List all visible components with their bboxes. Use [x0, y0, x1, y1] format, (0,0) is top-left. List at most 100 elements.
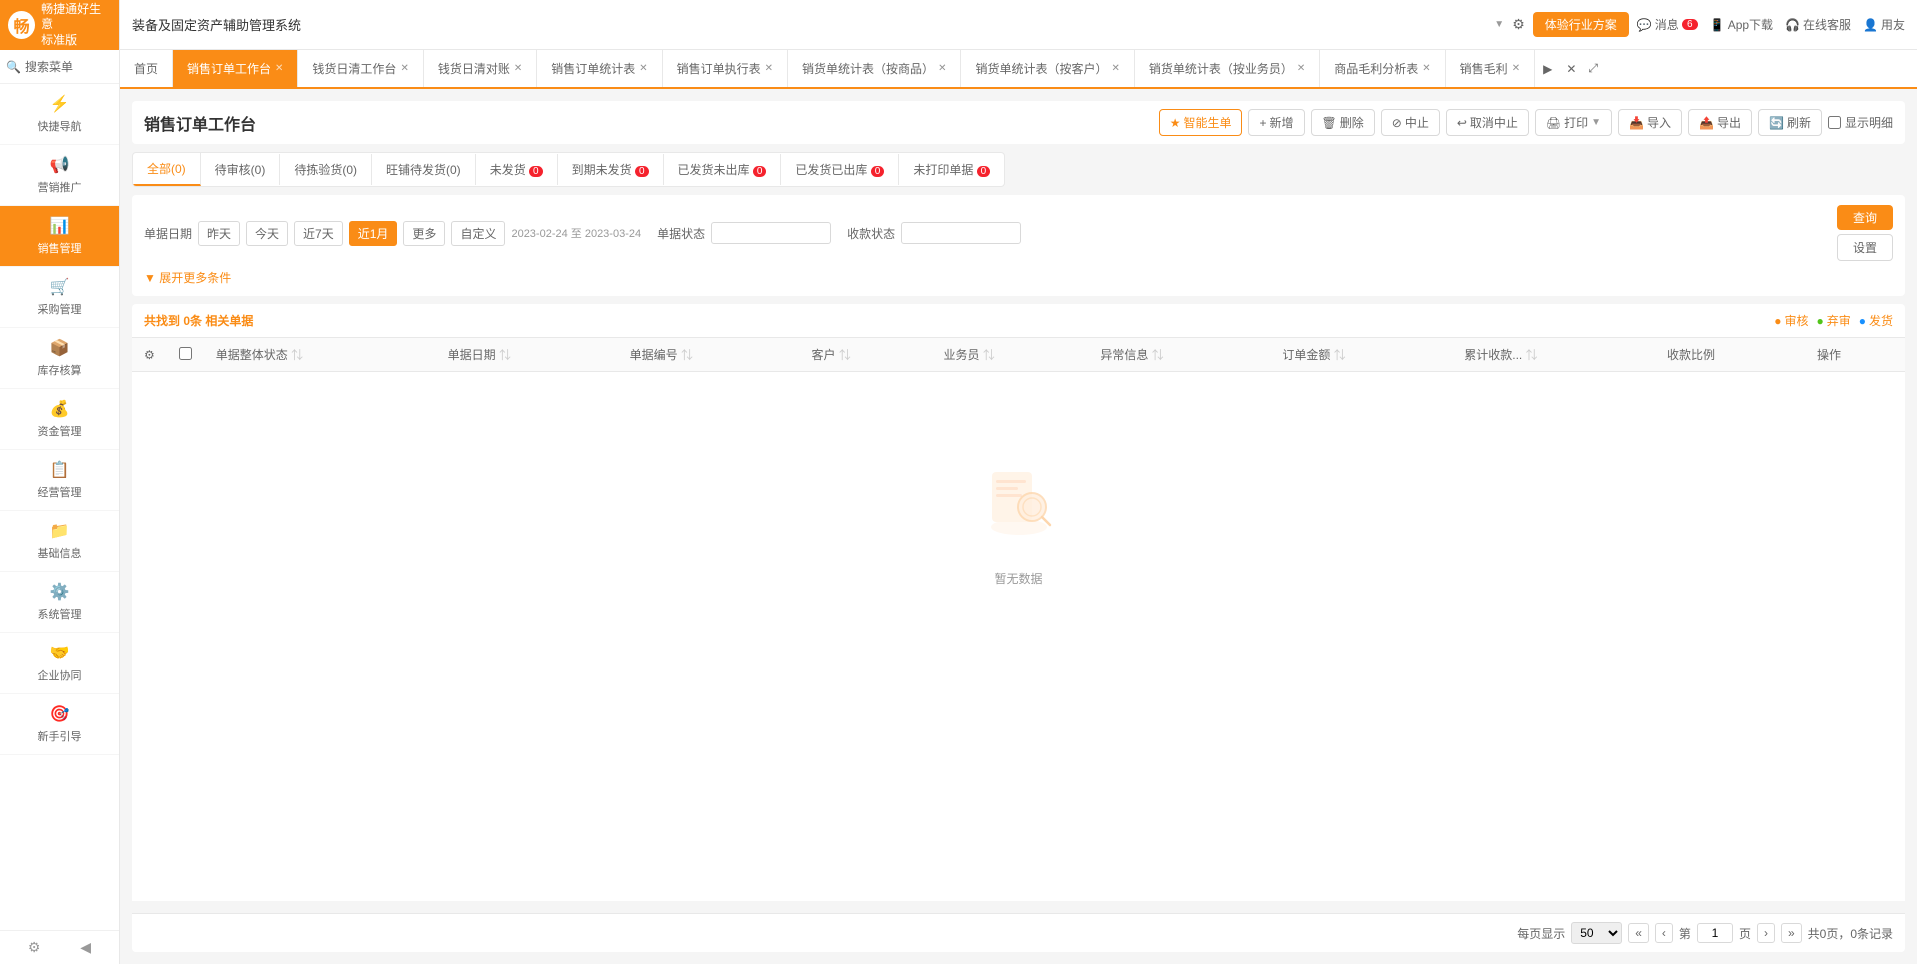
tab-more-btn[interactable]: ▶	[1535, 54, 1560, 84]
refresh-btn[interactable]: 🔄 刷新	[1758, 109, 1822, 136]
sub-tab-not-printed[interactable]: 未打印单据 0	[899, 154, 1004, 185]
sidebar-item-quick-nav[interactable]: ⚡ 快捷导航	[0, 84, 119, 145]
tab-product-margin[interactable]: 商品毛利分析表 ✕	[1320, 50, 1445, 87]
sub-tab-shipped-not-outstock[interactable]: 已发货未出库 0	[664, 154, 782, 185]
tab-sales-stats-product[interactable]: 销货单统计表（按商品） ✕	[788, 50, 961, 87]
tab-close-sales-more[interactable]: ✕	[1512, 63, 1520, 74]
sidebar-item-search[interactable]: 🔍 搜索菜单	[0, 50, 119, 84]
col-header-collected: 累计收款... ⇅	[1452, 338, 1655, 372]
date-btn-custom[interactable]: 自定义	[451, 221, 505, 246]
date-btn-more[interactable]: 更多	[403, 221, 445, 246]
tab-sales-more[interactable]: 销售毛利 ✕	[1446, 50, 1535, 87]
date-btn-today[interactable]: 今天	[246, 221, 288, 246]
sub-tab-wangpu-pending[interactable]: 旺铺待发货(0)	[372, 154, 476, 185]
last-page-btn[interactable]: »	[1781, 923, 1802, 943]
sidebar-item-marketing[interactable]: 📢 营销推广	[0, 145, 119, 206]
add-btn[interactable]: + 新增	[1248, 109, 1304, 136]
cancel-review-action-btn[interactable]: ● 弃审	[1816, 312, 1850, 329]
sub-tab-expired-not-shipped[interactable]: 到期未发货 0	[558, 154, 664, 185]
payment-select[interactable]	[901, 222, 1021, 244]
tab-sales-order-workbench[interactable]: 销售订单工作台 ✕	[173, 50, 298, 87]
page-size-select[interactable]: 20 50 100 200	[1571, 922, 1622, 944]
tab-close-sales-stats-product[interactable]: ✕	[938, 63, 946, 74]
system-icon: ⚙️	[50, 582, 70, 602]
select-all-checkbox[interactable]	[179, 347, 192, 360]
header-gear-icon[interactable]: ⚙	[1512, 16, 1525, 33]
cancel-stop-btn[interactable]: ↩ 取消中止	[1446, 109, 1529, 136]
tab-close-product-margin[interactable]: ✕	[1422, 63, 1430, 74]
query-btn[interactable]: 查询	[1837, 205, 1893, 230]
settings-gear-icon[interactable]: ⚙	[28, 939, 41, 956]
sidebar-item-system[interactable]: ⚙️ 系统管理	[0, 572, 119, 633]
sidebar-item-finance[interactable]: 💰 资金管理	[0, 389, 119, 450]
app-download-btn[interactable]: 📱 App下载	[1710, 16, 1773, 33]
next-page-btn[interactable]: ›	[1757, 923, 1775, 943]
date-btn-yesterday[interactable]: 昨天	[198, 221, 240, 246]
tab-close-all-btn[interactable]: ✕	[1560, 54, 1582, 84]
date-btn-1month[interactable]: 近1月	[349, 221, 398, 246]
data-table: ⚙ 单据整体状态 ⇅ 单据日期 ⇅ 单据编号	[132, 338, 1905, 901]
date-btn-7days[interactable]: 近7天	[294, 221, 343, 246]
sub-tab-pending-inspect[interactable]: 待拣验货(0)	[280, 154, 372, 185]
horizontal-scrollbar[interactable]	[132, 901, 1905, 913]
sub-tab-shipped-outstock[interactable]: 已发货已出库 0	[781, 154, 899, 185]
sort-amount-icon[interactable]: ⇅	[1334, 348, 1346, 362]
tab-close-sales-order-workbench[interactable]: ✕	[275, 63, 283, 74]
sub-tab-not-shipped[interactable]: 未发货 0	[476, 154, 558, 185]
status-select[interactable]	[711, 222, 831, 244]
sidebar-item-basic[interactable]: 📁 基础信息	[0, 511, 119, 572]
export-btn[interactable]: 📤 导出	[1688, 109, 1752, 136]
tab-sales-stats-salesman[interactable]: 销货单统计表（按业务员） ✕	[1135, 50, 1320, 87]
tab-close-sales-order-exec[interactable]: ✕	[765, 63, 773, 74]
setting-btn[interactable]: 设置	[1837, 234, 1893, 261]
tab-sales-order-stats[interactable]: 销售订单统计表 ✕	[537, 50, 662, 87]
message-btn[interactable]: 💬 消息 6	[1637, 16, 1698, 33]
sidebar-item-purchase[interactable]: 🛒 采购管理	[0, 267, 119, 328]
experience-btn[interactable]: 体验行业方案	[1533, 12, 1629, 37]
sort-date-icon[interactable]: ⇅	[499, 348, 511, 362]
sub-tab-pending-review[interactable]: 待审核(0)	[201, 154, 281, 185]
online-service-btn[interactable]: 🎧 在线客服	[1785, 16, 1851, 33]
sort-status-icon[interactable]: ⇅	[291, 348, 303, 362]
sort-salesman-icon[interactable]: ⇅	[983, 348, 995, 362]
sort-abnormal-icon[interactable]: ⇅	[1152, 348, 1164, 362]
sidebar-item-inventory[interactable]: 📦 库存核算	[0, 328, 119, 389]
tab-close-cash-reconcile[interactable]: ✕	[514, 63, 522, 74]
tab-cash-reconcile[interactable]: 钱货日清对账 ✕	[424, 50, 537, 87]
sort-customer-icon[interactable]: ⇅	[839, 348, 851, 362]
col-check-all[interactable]	[167, 338, 204, 372]
tab-close-sales-order-stats[interactable]: ✕	[639, 63, 647, 74]
tab-sales-order-exec[interactable]: 销售订单执行表 ✕	[663, 50, 788, 87]
show-detail-checkbox[interactable]	[1828, 116, 1841, 129]
prev-page-btn[interactable]: ‹	[1655, 923, 1673, 943]
print-btn[interactable]: 🖨 打印 ▼	[1535, 109, 1612, 136]
tab-expand-btn[interactable]: ⤢	[1582, 53, 1604, 84]
tab-close-sales-stats-salesman[interactable]: ✕	[1297, 63, 1305, 74]
sort-collected-icon[interactable]: ⇅	[1526, 348, 1538, 362]
sidebar-item-operation[interactable]: 📋 经营管理	[0, 450, 119, 511]
finance-icon: 💰	[50, 399, 70, 419]
stop-btn[interactable]: ⊘ 中止	[1381, 109, 1440, 136]
sidebar-item-guide[interactable]: 🎯 新手引导	[0, 694, 119, 755]
current-page-input[interactable]	[1697, 923, 1733, 943]
tab-home[interactable]: 首页	[120, 50, 173, 87]
user-btn[interactable]: 👤 用友	[1863, 16, 1905, 33]
collapse-sidebar-icon[interactable]: ◀	[80, 939, 91, 956]
delete-btn[interactable]: 🗑 删除	[1311, 109, 1375, 136]
sort-number-icon[interactable]: ⇅	[681, 348, 693, 362]
sidebar-item-enterprise[interactable]: 🤝 企业协同	[0, 633, 119, 694]
review-action-btn[interactable]: ● 审核	[1774, 312, 1808, 329]
import-btn[interactable]: 📥 导入	[1618, 109, 1682, 136]
expand-more-btn[interactable]: ▼ 展开更多条件	[144, 269, 231, 286]
system-dropdown-icon[interactable]: ▼	[1494, 19, 1504, 30]
tab-cash-daily[interactable]: 钱货日清工作台 ✕	[298, 50, 423, 87]
tab-close-cash-daily[interactable]: ✕	[400, 63, 408, 74]
first-page-btn[interactable]: «	[1628, 923, 1649, 943]
tab-sales-stats-customer[interactable]: 销货单统计表（按客户） ✕	[961, 50, 1134, 87]
smart-generate-btn[interactable]: ★ 智能生单	[1159, 109, 1243, 136]
sidebar-item-sales[interactable]: 📊 销售管理	[0, 206, 119, 267]
tab-close-sales-stats-customer[interactable]: ✕	[1111, 63, 1119, 74]
ship-action-btn[interactable]: ● 发货	[1859, 312, 1893, 329]
col-settings-icon[interactable]: ⚙	[132, 338, 167, 372]
sub-tab-all[interactable]: 全部(0)	[133, 153, 201, 186]
